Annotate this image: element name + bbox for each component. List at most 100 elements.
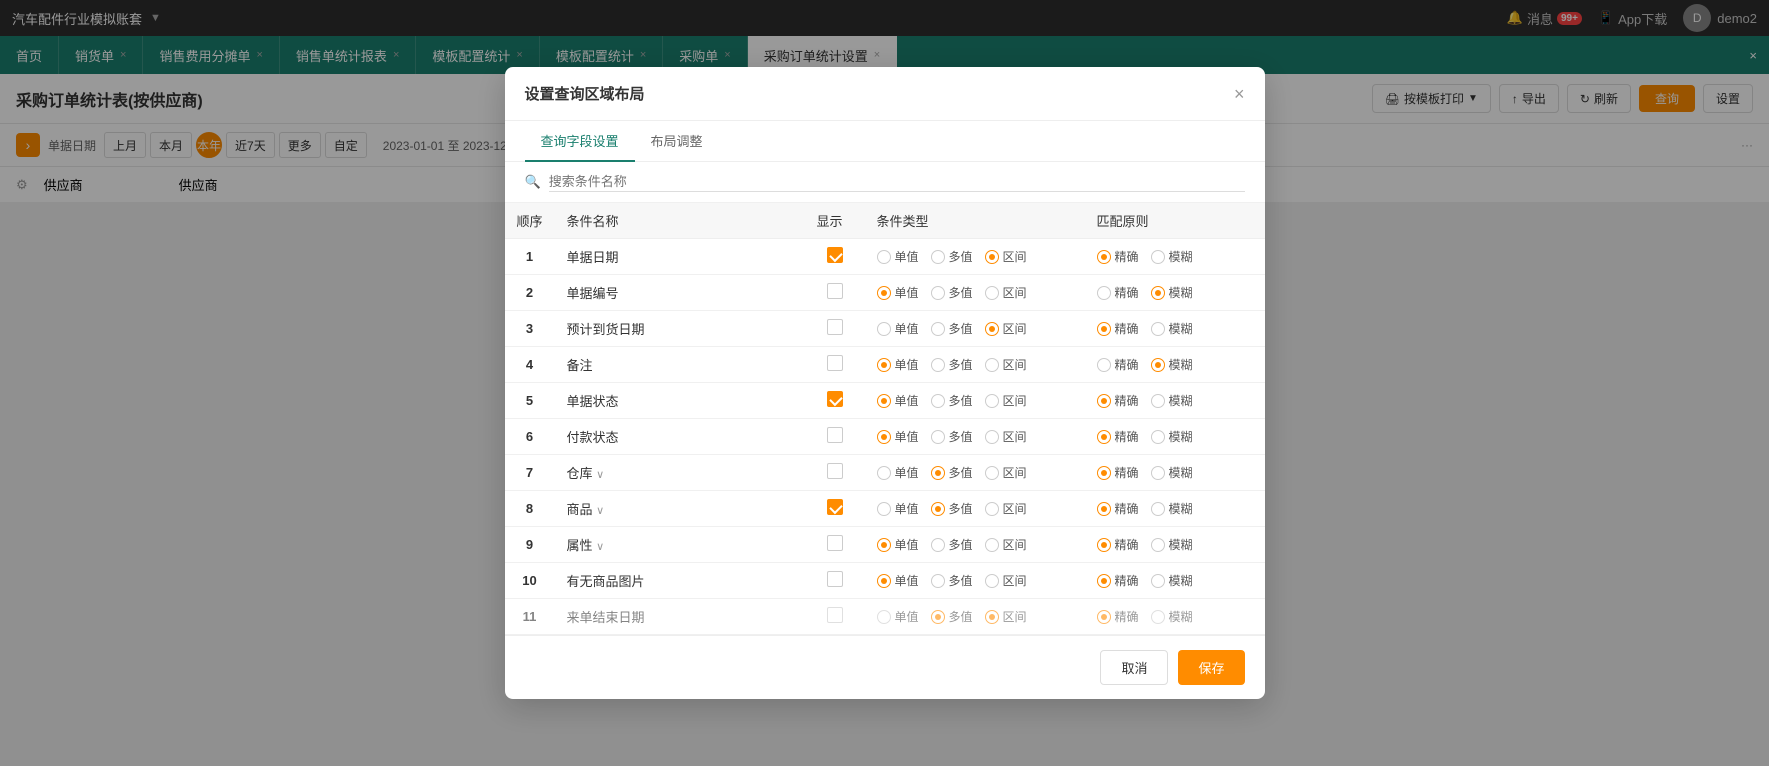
display-checkbox-6[interactable] <box>827 463 843 479</box>
match-exact-4[interactable]: 精确 <box>1097 392 1139 409</box>
match-radio-fuzzy-0[interactable] <box>1151 250 1165 264</box>
type-range-5[interactable]: 区间 <box>985 428 1027 445</box>
radio-range-1[interactable] <box>985 286 999 300</box>
type-range-9[interactable]: 区间 <box>985 572 1027 589</box>
radio-single-4[interactable] <box>877 394 891 408</box>
cell-display-3[interactable] <box>805 347 865 383</box>
display-checkbox-4[interactable] <box>827 391 843 407</box>
match-fuzzy-4[interactable]: 模糊 <box>1151 392 1193 409</box>
type-single-0[interactable]: 单值 <box>877 248 919 265</box>
type-single-1[interactable]: 单值 <box>877 284 919 301</box>
display-checkbox-3[interactable] <box>827 355 843 371</box>
match-fuzzy-9[interactable]: 模糊 <box>1151 572 1193 589</box>
radio-multi-4[interactable] <box>931 394 945 408</box>
match-radio-fuzzy-6[interactable] <box>1151 466 1165 480</box>
type-range-1[interactable]: 区间 <box>985 284 1027 301</box>
match-fuzzy-7[interactable]: 模糊 <box>1151 500 1193 517</box>
radio-single-3[interactable] <box>877 358 891 372</box>
modal-overlay[interactable]: 设置查询区域布局 × 查询字段设置 布局调整 🔍 顺序 <box>0 0 1769 766</box>
match-fuzzy-3[interactable]: 模糊 <box>1151 356 1193 373</box>
radio-multi-6[interactable] <box>931 466 945 480</box>
radio-single-9[interactable] <box>877 574 891 588</box>
match-exact-9[interactable]: 精确 <box>1097 572 1139 589</box>
match-exact-2[interactable]: 精确 <box>1097 320 1139 337</box>
radio-single-10[interactable] <box>877 610 891 624</box>
save-button[interactable]: 保存 <box>1178 650 1244 685</box>
match-fuzzy-10[interactable]: 模糊 <box>1151 608 1193 625</box>
display-checkbox-8[interactable] <box>827 535 843 551</box>
match-radio-fuzzy-4[interactable] <box>1151 394 1165 408</box>
radio-single-6[interactable] <box>877 466 891 480</box>
radio-range-6[interactable] <box>985 466 999 480</box>
radio-multi-2[interactable] <box>931 322 945 336</box>
match-radio-fuzzy-8[interactable] <box>1151 538 1165 552</box>
type-range-2[interactable]: 区间 <box>985 320 1027 337</box>
match-exact-8[interactable]: 精确 <box>1097 536 1139 553</box>
cell-display-4[interactable] <box>805 383 865 419</box>
match-exact-7[interactable]: 精确 <box>1097 500 1139 517</box>
radio-range-8[interactable] <box>985 538 999 552</box>
match-exact-3[interactable]: 精确 <box>1097 356 1139 373</box>
match-radio-exact-4[interactable] <box>1097 394 1111 408</box>
match-exact-10[interactable]: 精确 <box>1097 608 1139 625</box>
cell-display-5[interactable] <box>805 419 865 455</box>
type-multi-6[interactable]: 多值 <box>931 464 973 481</box>
radio-range-4[interactable] <box>985 394 999 408</box>
match-radio-exact-2[interactable] <box>1097 322 1111 336</box>
match-radio-exact-7[interactable] <box>1097 502 1111 516</box>
type-multi-1[interactable]: 多值 <box>931 284 973 301</box>
radio-multi-0[interactable] <box>931 250 945 264</box>
type-multi-0[interactable]: 多值 <box>931 248 973 265</box>
cell-display-7[interactable] <box>805 491 865 527</box>
type-multi-8[interactable]: 多值 <box>931 536 973 553</box>
match-radio-exact-1[interactable] <box>1097 286 1111 300</box>
display-checkbox-9[interactable] <box>827 571 843 587</box>
radio-multi-9[interactable] <box>931 574 945 588</box>
type-range-10[interactable]: 区间 <box>985 608 1027 625</box>
display-checkbox-7[interactable] <box>827 499 843 515</box>
match-fuzzy-1[interactable]: 模糊 <box>1151 284 1193 301</box>
radio-multi-3[interactable] <box>931 358 945 372</box>
radio-single-7[interactable] <box>877 502 891 516</box>
match-fuzzy-0[interactable]: 模糊 <box>1151 248 1193 265</box>
match-radio-fuzzy-2[interactable] <box>1151 322 1165 336</box>
match-radio-exact-9[interactable] <box>1097 574 1111 588</box>
cell-display-9[interactable] <box>805 563 865 599</box>
match-exact-1[interactable]: 精确 <box>1097 284 1139 301</box>
type-range-7[interactable]: 区间 <box>985 500 1027 517</box>
display-checkbox-2[interactable] <box>827 319 843 335</box>
radio-multi-7[interactable] <box>931 502 945 516</box>
match-fuzzy-5[interactable]: 模糊 <box>1151 428 1193 445</box>
radio-range-5[interactable] <box>985 430 999 444</box>
cell-display-10[interactable] <box>805 599 865 635</box>
radio-range-10[interactable] <box>985 610 999 624</box>
type-range-4[interactable]: 区间 <box>985 392 1027 409</box>
radio-single-8[interactable] <box>877 538 891 552</box>
type-range-8[interactable]: 区间 <box>985 536 1027 553</box>
match-radio-exact-5[interactable] <box>1097 430 1111 444</box>
tab-layout[interactable]: 布局调整 <box>635 121 719 162</box>
type-single-9[interactable]: 单值 <box>877 572 919 589</box>
match-radio-fuzzy-3[interactable] <box>1151 358 1165 372</box>
tab-fields[interactable]: 查询字段设置 <box>525 121 635 162</box>
condition-search-input[interactable] <box>549 172 1245 192</box>
match-fuzzy-8[interactable]: 模糊 <box>1151 536 1193 553</box>
match-exact-5[interactable]: 精确 <box>1097 428 1139 445</box>
display-checkbox-0[interactable] <box>827 247 843 263</box>
type-single-3[interactable]: 单值 <box>877 356 919 373</box>
cell-display-8[interactable] <box>805 527 865 563</box>
type-single-4[interactable]: 单值 <box>877 392 919 409</box>
display-checkbox-5[interactable] <box>827 427 843 443</box>
type-multi-10[interactable]: 多值 <box>931 608 973 625</box>
match-radio-exact-0[interactable] <box>1097 250 1111 264</box>
match-radio-fuzzy-10[interactable] <box>1151 610 1165 624</box>
type-single-2[interactable]: 单值 <box>877 320 919 337</box>
cancel-button[interactable]: 取消 <box>1100 650 1168 685</box>
match-radio-exact-8[interactable] <box>1097 538 1111 552</box>
match-radio-fuzzy-5[interactable] <box>1151 430 1165 444</box>
match-fuzzy-6[interactable]: 模糊 <box>1151 464 1193 481</box>
radio-multi-5[interactable] <box>931 430 945 444</box>
radio-multi-10[interactable] <box>931 610 945 624</box>
type-multi-7[interactable]: 多值 <box>931 500 973 517</box>
radio-single-2[interactable] <box>877 322 891 336</box>
